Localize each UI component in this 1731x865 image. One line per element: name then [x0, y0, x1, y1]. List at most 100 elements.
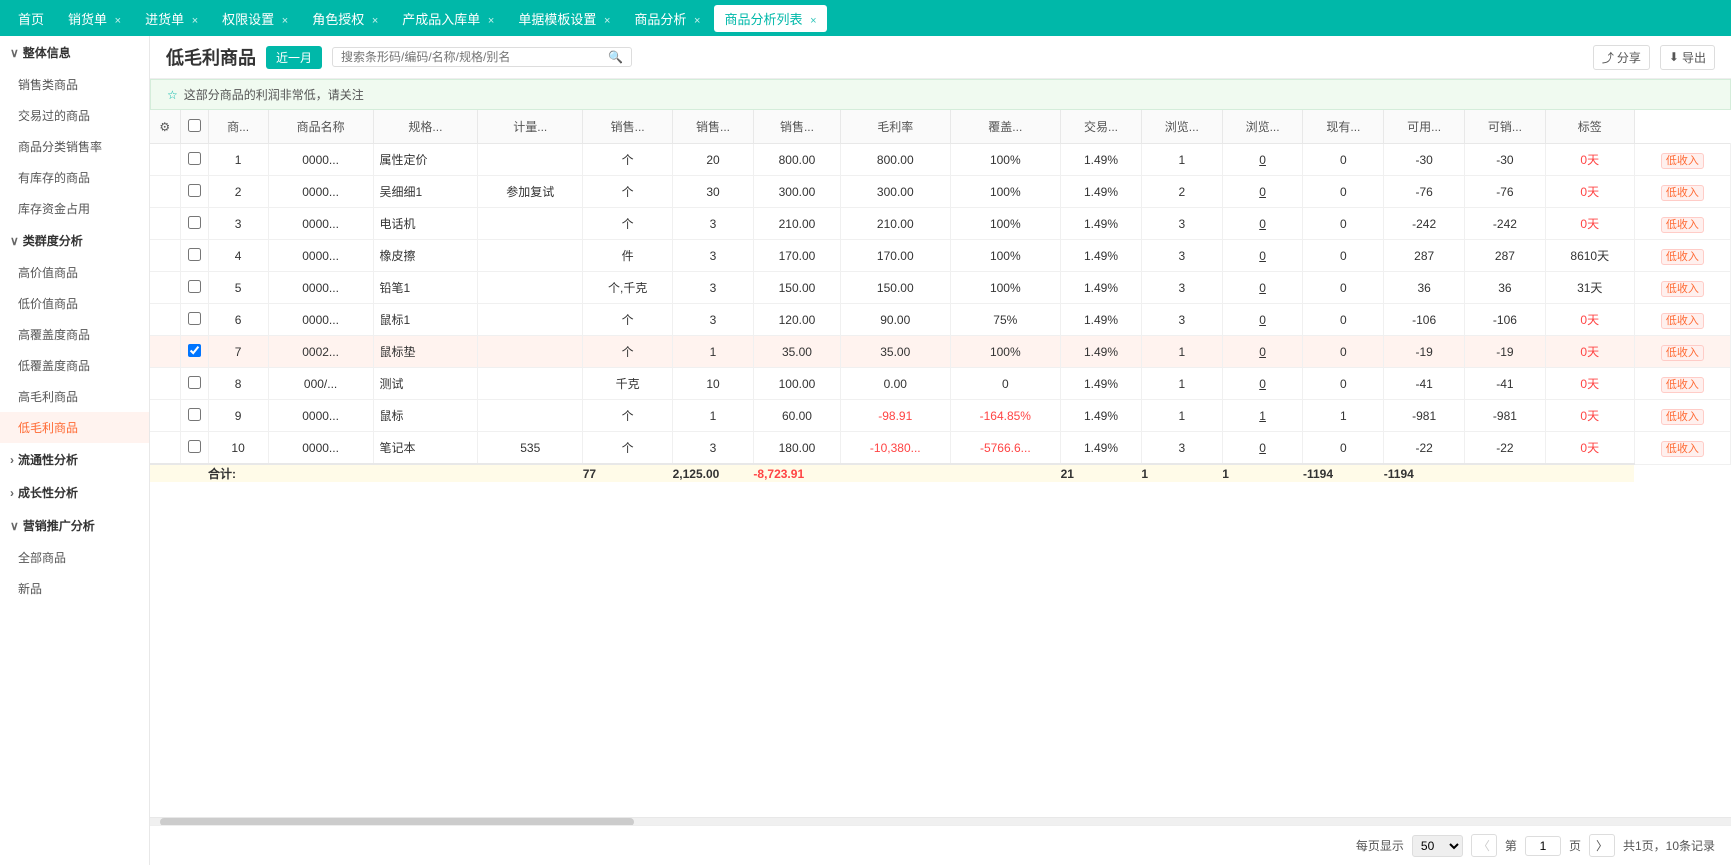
- search-input[interactable]: [341, 50, 608, 64]
- row-check[interactable]: [188, 312, 201, 325]
- row-name[interactable]: 测试: [373, 368, 478, 400]
- view1-link[interactable]: 0: [1259, 345, 1266, 359]
- view1-link[interactable]: 1: [1259, 409, 1266, 423]
- view1-link[interactable]: 0: [1259, 185, 1266, 199]
- row-checkbox[interactable]: [180, 208, 208, 240]
- row-check[interactable]: [188, 408, 201, 421]
- row-view1[interactable]: 0: [1222, 368, 1303, 400]
- row-checkbox[interactable]: [180, 176, 208, 208]
- row-name[interactable]: 鼠标垫: [373, 336, 478, 368]
- row-checkbox[interactable]: [180, 304, 208, 336]
- view1-link[interactable]: 0: [1259, 441, 1266, 455]
- page-num-input[interactable]: [1525, 836, 1561, 856]
- nav-purchase-close[interactable]: ×: [192, 15, 198, 27]
- view1-link[interactable]: 0: [1259, 249, 1266, 263]
- prev-page-btn[interactable]: 〈: [1471, 834, 1497, 857]
- row-view1[interactable]: 0: [1222, 432, 1303, 465]
- row-view1[interactable]: 0: [1222, 304, 1303, 336]
- time-filter-button[interactable]: 近一月: [266, 46, 322, 69]
- next-page-btn[interactable]: 〉: [1589, 834, 1615, 857]
- nav-goods-list-close[interactable]: ×: [810, 15, 816, 27]
- search-icon[interactable]: 🔍: [608, 50, 623, 64]
- export-button[interactable]: ⬇ 导出: [1660, 45, 1715, 70]
- row-check[interactable]: [188, 280, 201, 293]
- row-check[interactable]: [188, 248, 201, 261]
- row-checkbox[interactable]: [180, 432, 208, 465]
- sidebar-item-high-margin[interactable]: 高毛利商品: [0, 381, 149, 412]
- sidebar-item-stock-capital[interactable]: 库存资金占用: [0, 193, 149, 224]
- row-check[interactable]: [188, 184, 201, 197]
- row-view1[interactable]: 0: [1222, 336, 1303, 368]
- row-view1[interactable]: 0: [1222, 208, 1303, 240]
- col-settings[interactable]: ⚙: [150, 110, 180, 144]
- view1-link[interactable]: 0: [1259, 377, 1266, 391]
- row-name[interactable]: 铅笔1: [373, 272, 478, 304]
- row-checkbox[interactable]: [180, 144, 208, 176]
- row-checkbox[interactable]: [180, 400, 208, 432]
- sidebar-item-traded-goods[interactable]: 交易过的商品: [0, 100, 149, 131]
- sidebar-group-circulation[interactable]: › 流通性分析: [0, 443, 149, 476]
- nav-home[interactable]: 首页: [8, 5, 54, 32]
- nav-purchase[interactable]: 进货单 ×: [135, 5, 208, 32]
- sidebar-item-low-coverage[interactable]: 低覆盖度商品: [0, 350, 149, 381]
- row-view1[interactable]: 0: [1222, 240, 1303, 272]
- row-checkbox[interactable]: [180, 272, 208, 304]
- row-name[interactable]: 鼠标: [373, 400, 478, 432]
- nav-sales[interactable]: 销货单 ×: [58, 5, 131, 32]
- share-button[interactable]: ⤴ 分享: [1593, 45, 1650, 70]
- view1-link[interactable]: 0: [1259, 153, 1266, 167]
- row-check[interactable]: [188, 376, 201, 389]
- horizontal-scrollbar[interactable]: [150, 817, 1731, 825]
- row-check[interactable]: [188, 216, 201, 229]
- sidebar-item-in-stock[interactable]: 有库存的商品: [0, 162, 149, 193]
- sidebar-item-new-goods[interactable]: 新品: [0, 573, 149, 604]
- nav-goods-analysis[interactable]: 商品分析 ×: [624, 5, 710, 32]
- nav-sales-close[interactable]: ×: [115, 15, 121, 27]
- row-name[interactable]: 属性定价: [373, 144, 478, 176]
- per-page-select[interactable]: 50 100 200: [1412, 835, 1463, 857]
- row-name[interactable]: 吴细细1: [373, 176, 478, 208]
- row-view1[interactable]: 0: [1222, 272, 1303, 304]
- sidebar-item-all-goods[interactable]: 全部商品: [0, 542, 149, 573]
- row-check[interactable]: [188, 152, 201, 165]
- nav-product-entry[interactable]: 产成品入库单 ×: [392, 5, 504, 32]
- sidebar-group-overall[interactable]: ∨ 整体信息: [0, 36, 149, 69]
- row-checkbox[interactable]: [180, 336, 208, 368]
- nav-product-entry-close[interactable]: ×: [488, 15, 494, 27]
- sidebar-group-marketing[interactable]: ∨ 营销推广分析: [0, 509, 149, 542]
- nav-template-close[interactable]: ×: [604, 15, 610, 27]
- sidebar-group-growth[interactable]: › 成长性分析: [0, 476, 149, 509]
- select-all-checkbox[interactable]: [188, 119, 201, 132]
- view1-link[interactable]: 0: [1259, 217, 1266, 231]
- row-name[interactable]: 电话机: [373, 208, 478, 240]
- tag-badge: 低收入: [1661, 153, 1704, 169]
- row-checkbox[interactable]: [180, 240, 208, 272]
- sidebar-item-high-coverage[interactable]: 高覆盖度商品: [0, 319, 149, 350]
- nav-goods-analysis-close[interactable]: ×: [694, 15, 700, 27]
- col-trade-count: 交易...: [1061, 110, 1142, 144]
- row-view1[interactable]: 0: [1222, 176, 1303, 208]
- row-check[interactable]: [188, 440, 201, 453]
- sidebar-item-high-value[interactable]: 高价值商品: [0, 257, 149, 288]
- view1-link[interactable]: 0: [1259, 281, 1266, 295]
- row-view1[interactable]: 0: [1222, 144, 1303, 176]
- row-view1[interactable]: 1: [1222, 400, 1303, 432]
- sidebar-item-low-margin[interactable]: 低毛利商品: [0, 412, 149, 443]
- nav-template[interactable]: 单据模板设置 ×: [508, 5, 620, 32]
- nav-permissions-close[interactable]: ×: [282, 15, 288, 27]
- row-name[interactable]: 鼠标1: [373, 304, 478, 336]
- nav-goods-analysis-list[interactable]: 商品分析列表 ×: [714, 5, 826, 32]
- row-check[interactable]: [188, 344, 201, 357]
- sidebar-item-low-value[interactable]: 低价值商品: [0, 288, 149, 319]
- sidebar-item-category-sales-rate[interactable]: 商品分类销售率: [0, 131, 149, 162]
- sidebar-item-sales-goods[interactable]: 销售类商品: [0, 69, 149, 100]
- table-container[interactable]: ⚙ 商... 商品名称 规格... 计量... 销售... 销售... 销售..…: [150, 110, 1731, 817]
- nav-roles-close[interactable]: ×: [372, 15, 378, 27]
- nav-roles[interactable]: 角色授权 ×: [302, 5, 388, 32]
- nav-permissions[interactable]: 权限设置 ×: [212, 5, 298, 32]
- row-name[interactable]: 橡皮擦: [373, 240, 478, 272]
- view1-link[interactable]: 0: [1259, 313, 1266, 327]
- row-checkbox[interactable]: [180, 368, 208, 400]
- row-name[interactable]: 笔记本: [373, 432, 478, 465]
- sidebar-group-cluster[interactable]: ∨ 类群度分析: [0, 224, 149, 257]
